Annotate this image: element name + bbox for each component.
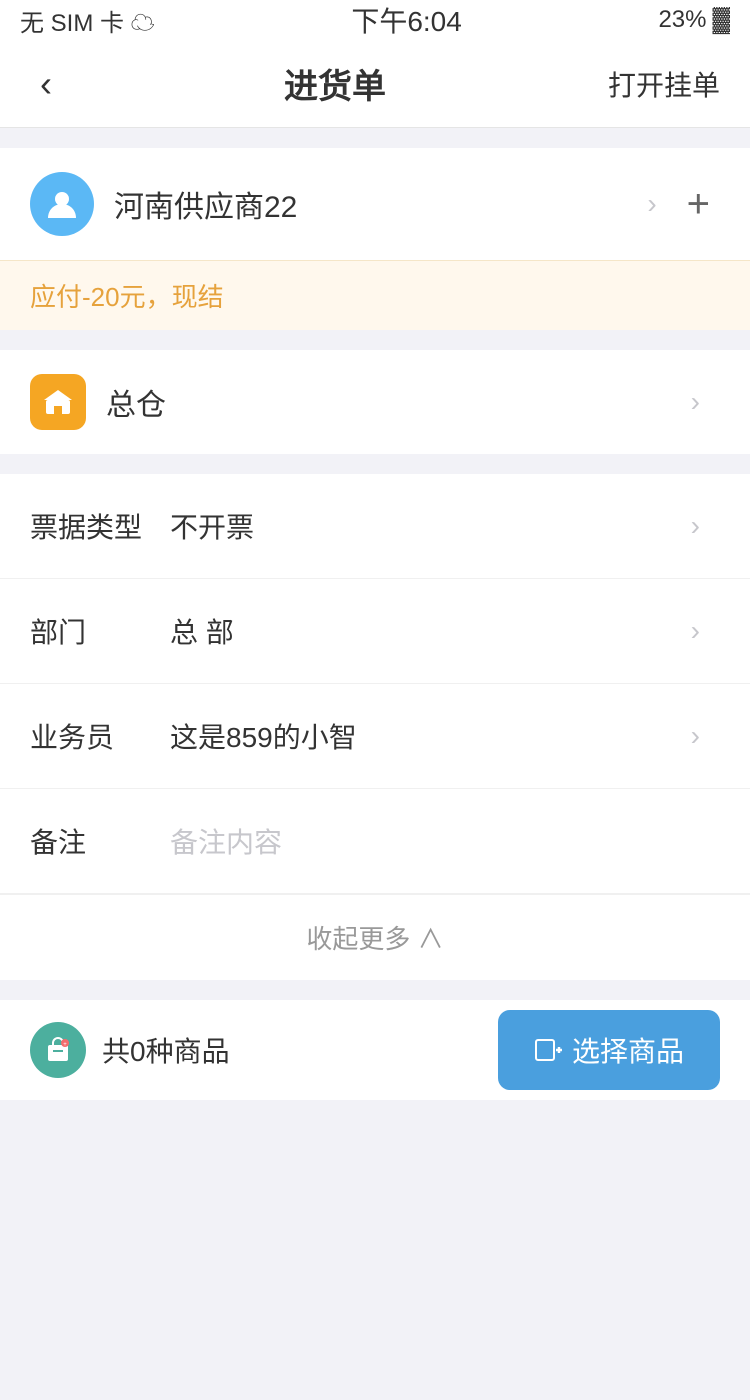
salesperson-chevron-icon: › — [691, 720, 700, 752]
select-product-label: 选择商品 — [572, 1030, 684, 1070]
person-icon — [44, 186, 80, 222]
warehouse-row[interactable]: 总仓 › — [0, 350, 750, 454]
warehouse-label: 总仓 — [106, 380, 691, 424]
shopping-bag-icon: + — [43, 1035, 73, 1065]
supplier-row[interactable]: 河南供应商22 › + — [0, 148, 750, 260]
form-card: 票据类型 不开票 › 部门 总 部 › 业务员 这是859的小智 › 备注 备注… — [0, 474, 750, 980]
battery-icon: ▓ — [713, 6, 731, 34]
gap-1 — [0, 128, 750, 148]
open-pending-button[interactable]: 打开挂单 — [608, 64, 720, 104]
page-title: 进货单 — [284, 59, 386, 108]
back-button[interactable]: ‹ — [30, 53, 62, 115]
department-row[interactable]: 部门 总 部 › — [0, 579, 750, 684]
cart-icon: + — [30, 1022, 86, 1078]
remark-input[interactable]: 备注内容 — [170, 821, 720, 861]
department-label: 部门 — [30, 611, 150, 651]
gap-3 — [0, 454, 750, 474]
warehouse-icon — [30, 374, 86, 430]
notice-banner: 应付-20元，现结 — [0, 260, 750, 330]
supplier-name: 河南供应商22 — [114, 182, 647, 226]
select-product-icon — [534, 1036, 562, 1064]
collapse-button[interactable]: 收起更多 ∧ — [0, 894, 750, 980]
invoice-type-value: 不开票 — [170, 506, 691, 546]
select-product-button[interactable]: 选择商品 — [498, 1010, 720, 1090]
gap-2 — [0, 330, 750, 350]
salesperson-row[interactable]: 业务员 这是859的小智 › — [0, 684, 750, 789]
bottom-bar: + 共0种商品 选择商品 — [0, 1000, 750, 1100]
salesperson-label: 业务员 — [30, 716, 150, 756]
warehouse-building-icon — [42, 386, 74, 418]
department-chevron-icon: › — [691, 615, 700, 647]
nav-bar: ‹ 进货单 打开挂单 — [0, 40, 750, 128]
battery-label: 23% — [658, 6, 706, 34]
invoice-chevron-icon: › — [691, 510, 700, 542]
status-bar: 无 SIM 卡 ☁ 下午6:04 23% ▓ — [0, 0, 750, 40]
warehouse-chevron-icon: › — [691, 386, 700, 418]
product-count: 共0种商品 — [102, 1030, 230, 1070]
avatar — [30, 172, 94, 236]
remark-label: 备注 — [30, 821, 150, 861]
salesperson-value: 这是859的小智 — [170, 716, 691, 756]
svg-text:+: + — [63, 1042, 67, 1048]
status-right: 23% ▓ — [658, 6, 730, 34]
supplier-chevron-icon: › — [647, 188, 656, 220]
page-background — [0, 1100, 750, 1400]
add-button[interactable]: + — [677, 182, 720, 227]
status-left: 无 SIM 卡 ☁ — [20, 3, 155, 38]
sim-label: 无 SIM 卡 ☁ — [20, 3, 155, 38]
invoice-type-row[interactable]: 票据类型 不开票 › — [0, 474, 750, 579]
remark-row[interactable]: 备注 备注内容 — [0, 789, 750, 894]
product-count-wrap: + 共0种商品 — [30, 1022, 230, 1078]
department-value: 总 部 — [170, 611, 691, 651]
notice-text: 应付-20元，现结 — [30, 282, 224, 312]
collapse-label: 收起更多 ∧ — [306, 919, 443, 956]
invoice-type-label: 票据类型 — [30, 506, 150, 546]
status-time: 下午6:04 — [351, 0, 462, 40]
supplier-card: 河南供应商22 › + 应付-20元，现结 — [0, 148, 750, 330]
warehouse-card[interactable]: 总仓 › — [0, 350, 750, 454]
